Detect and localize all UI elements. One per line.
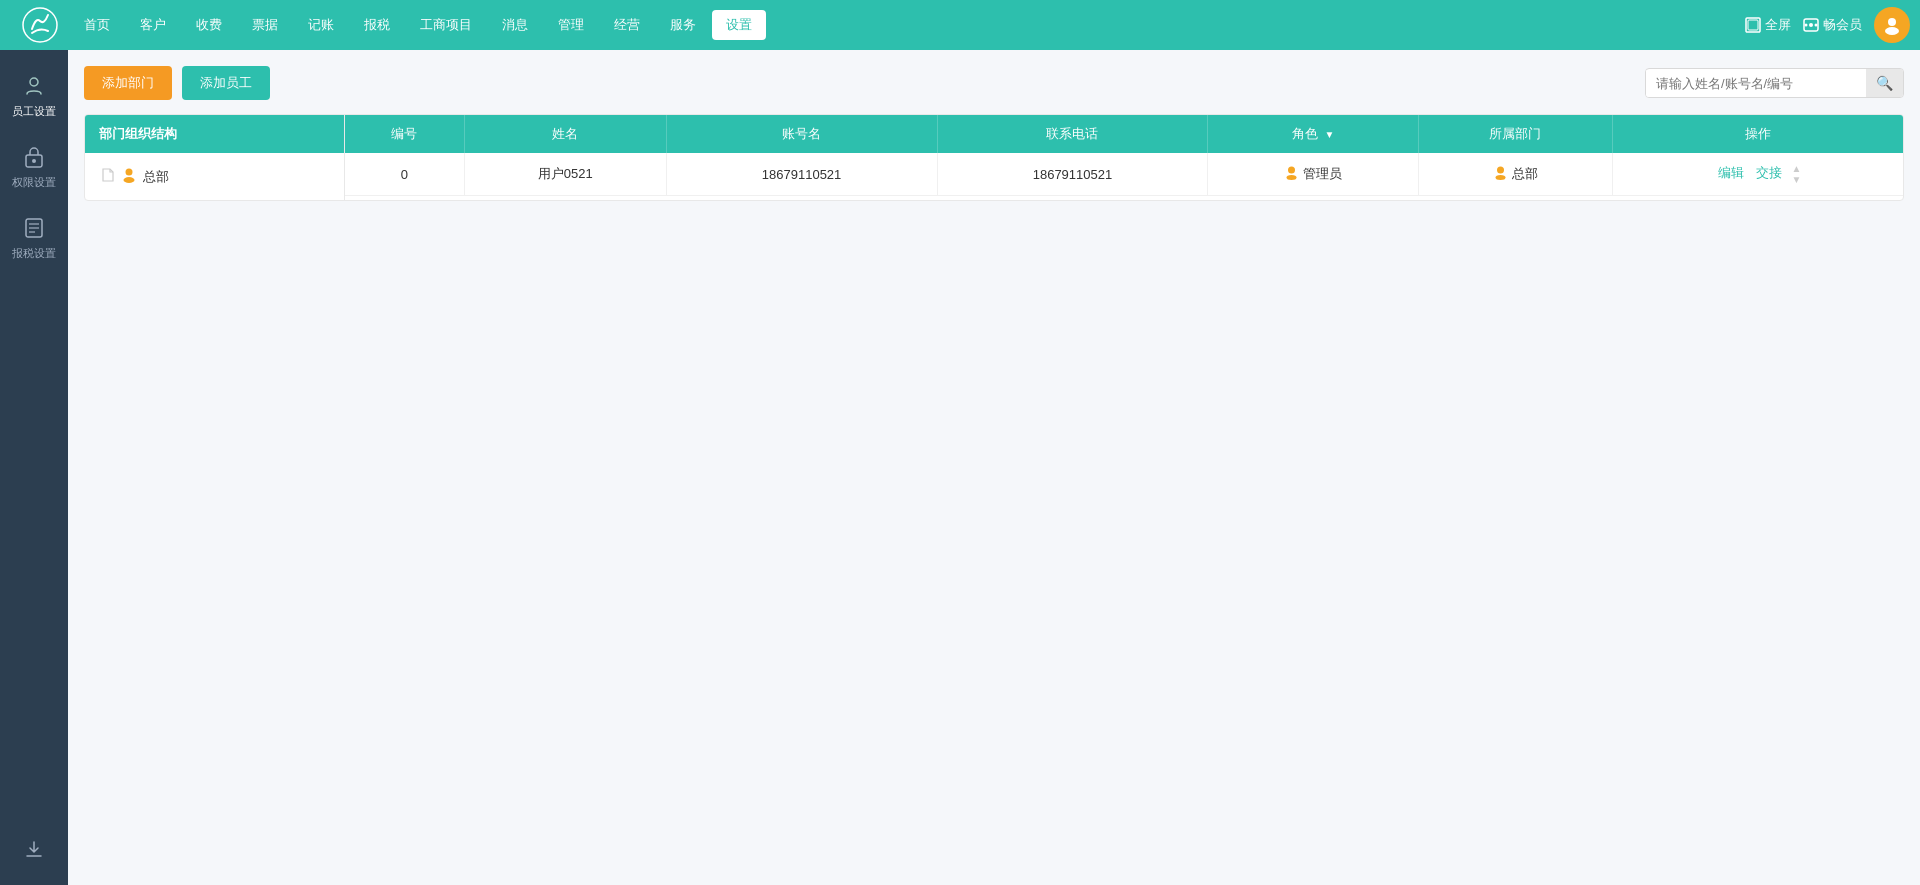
tree-node-label: 总部 — [143, 168, 169, 186]
col-name: 姓名 — [464, 115, 666, 153]
vip-btn[interactable]: 畅会员 — [1803, 16, 1862, 34]
app-logo — [10, 7, 70, 43]
col-dept: 所属部门 — [1418, 115, 1612, 153]
employee-icon — [20, 72, 48, 100]
sidebar-item-permissions[interactable]: 权限设置 — [0, 131, 68, 202]
sidebar-permissions-label: 权限设置 — [12, 175, 56, 190]
nav-item-billing[interactable]: 收费 — [182, 10, 236, 40]
tree-panel: 部门组织结构 总部 — [85, 115, 345, 200]
fullscreen-btn[interactable]: 全屏 — [1745, 16, 1791, 34]
nav-item-service[interactable]: 服务 — [656, 10, 710, 40]
svg-point-9 — [30, 78, 38, 86]
role-badge-icon — [1284, 165, 1299, 183]
top-nav: 首页 客户 收费 票据 记账 报税 工商项目 消息 管理 经营 服务 设置 全屏 — [0, 0, 1920, 50]
cell-phone: 18679110521 — [937, 153, 1208, 196]
tree-header: 部门组织结构 — [85, 115, 344, 153]
cell-dept: 总部 — [1418, 153, 1612, 196]
col-no: 编号 — [345, 115, 464, 153]
right-actions: 全屏 畅会员 — [1745, 7, 1910, 43]
role-label: 管理员 — [1303, 165, 1342, 183]
nav-item-bookkeeping[interactable]: 记账 — [294, 10, 348, 40]
nav-item-message[interactable]: 消息 — [488, 10, 542, 40]
nav-item-home[interactable]: 首页 — [70, 10, 124, 40]
col-action: 操作 — [1612, 115, 1903, 153]
svg-point-17 — [124, 177, 135, 183]
svg-point-4 — [1809, 23, 1813, 27]
nav-item-settings[interactable]: 设置 — [712, 10, 766, 40]
col-account: 账号名 — [666, 115, 937, 153]
sidebar-taxreport-label: 报税设置 — [12, 246, 56, 261]
transfer-link[interactable]: 交接 — [1756, 165, 1782, 180]
cell-name: 用户0521 — [464, 153, 666, 196]
sidebar-bottom-btn[interactable] — [16, 823, 52, 875]
employee-table: 编号 姓名 账号名 联系电话 角色 ▼ — [345, 115, 1903, 196]
tree-node-general[interactable]: 总部 — [93, 161, 336, 192]
download-icon — [20, 835, 48, 863]
tree-user-icon — [121, 167, 137, 186]
svg-point-16 — [126, 169, 133, 176]
sidebar-item-employee[interactable]: 员工设置 — [0, 60, 68, 131]
role-filter-icon: ▼ — [1325, 129, 1335, 140]
svg-point-18 — [1288, 167, 1295, 174]
svg-point-6 — [1815, 24, 1818, 27]
svg-point-21 — [1495, 175, 1505, 180]
permissions-icon — [20, 143, 48, 171]
nav-item-business[interactable]: 工商项目 — [406, 10, 486, 40]
col-phone: 联系电话 — [937, 115, 1208, 153]
edit-link[interactable]: 编辑 — [1718, 165, 1744, 180]
table-header: 编号 姓名 账号名 联系电话 角色 ▼ — [345, 115, 1903, 153]
sidebar: 员工设置 权限设置 报税设置 — [0, 50, 68, 885]
cell-role: 管理员 — [1208, 153, 1418, 196]
svg-point-11 — [32, 159, 36, 163]
nav-item-customer[interactable]: 客户 — [126, 10, 180, 40]
cell-no: 0 — [345, 153, 464, 196]
toolbar: 添加部门 添加员工 🔍 — [84, 66, 1904, 100]
svg-point-0 — [23, 8, 57, 42]
cell-account: 18679110521 — [666, 153, 937, 196]
search-input[interactable] — [1646, 70, 1866, 97]
col-role[interactable]: 角色 ▼ — [1208, 115, 1418, 153]
table-row: 0 用户0521 18679110521 18679110521 — [345, 153, 1903, 196]
search-box: 🔍 — [1645, 68, 1904, 98]
content-area: 部门组织结构 总部 — [84, 114, 1904, 201]
nav-items: 首页 客户 收费 票据 记账 报税 工商项目 消息 管理 经营 服务 设置 — [70, 10, 1745, 40]
svg-rect-2 — [1748, 20, 1758, 30]
dept-label: 总部 — [1512, 165, 1538, 183]
taxreport-icon — [20, 214, 48, 242]
add-dept-button[interactable]: 添加部门 — [84, 66, 172, 100]
tree-file-icon — [101, 167, 115, 186]
svg-point-19 — [1287, 175, 1297, 180]
row-scroll-arrows: ▲ ▼ — [1791, 163, 1801, 185]
search-button[interactable]: 🔍 — [1866, 69, 1903, 97]
svg-point-8 — [1885, 27, 1899, 35]
add-employee-button[interactable]: 添加员工 — [182, 66, 270, 100]
dept-badge-icon — [1493, 165, 1508, 183]
svg-point-5 — [1805, 24, 1808, 27]
nav-item-tax[interactable]: 报税 — [350, 10, 404, 40]
svg-point-7 — [1888, 18, 1896, 26]
user-avatar[interactable] — [1874, 7, 1910, 43]
sidebar-item-taxreport[interactable]: 报税设置 — [0, 202, 68, 273]
tree-body: 总部 — [85, 153, 344, 200]
nav-item-invoice[interactable]: 票据 — [238, 10, 292, 40]
svg-point-20 — [1497, 167, 1504, 174]
table-panel: 编号 姓名 账号名 联系电话 角色 ▼ — [345, 115, 1903, 200]
nav-item-operations[interactable]: 经营 — [600, 10, 654, 40]
cell-actions: 编辑 交接 ▲ ▼ — [1612, 153, 1903, 196]
main-content: 添加部门 添加员工 🔍 部门组织结构 — [68, 50, 1920, 885]
nav-item-management[interactable]: 管理 — [544, 10, 598, 40]
table-body: 0 用户0521 18679110521 18679110521 — [345, 153, 1903, 196]
sidebar-employee-label: 员工设置 — [12, 104, 56, 119]
